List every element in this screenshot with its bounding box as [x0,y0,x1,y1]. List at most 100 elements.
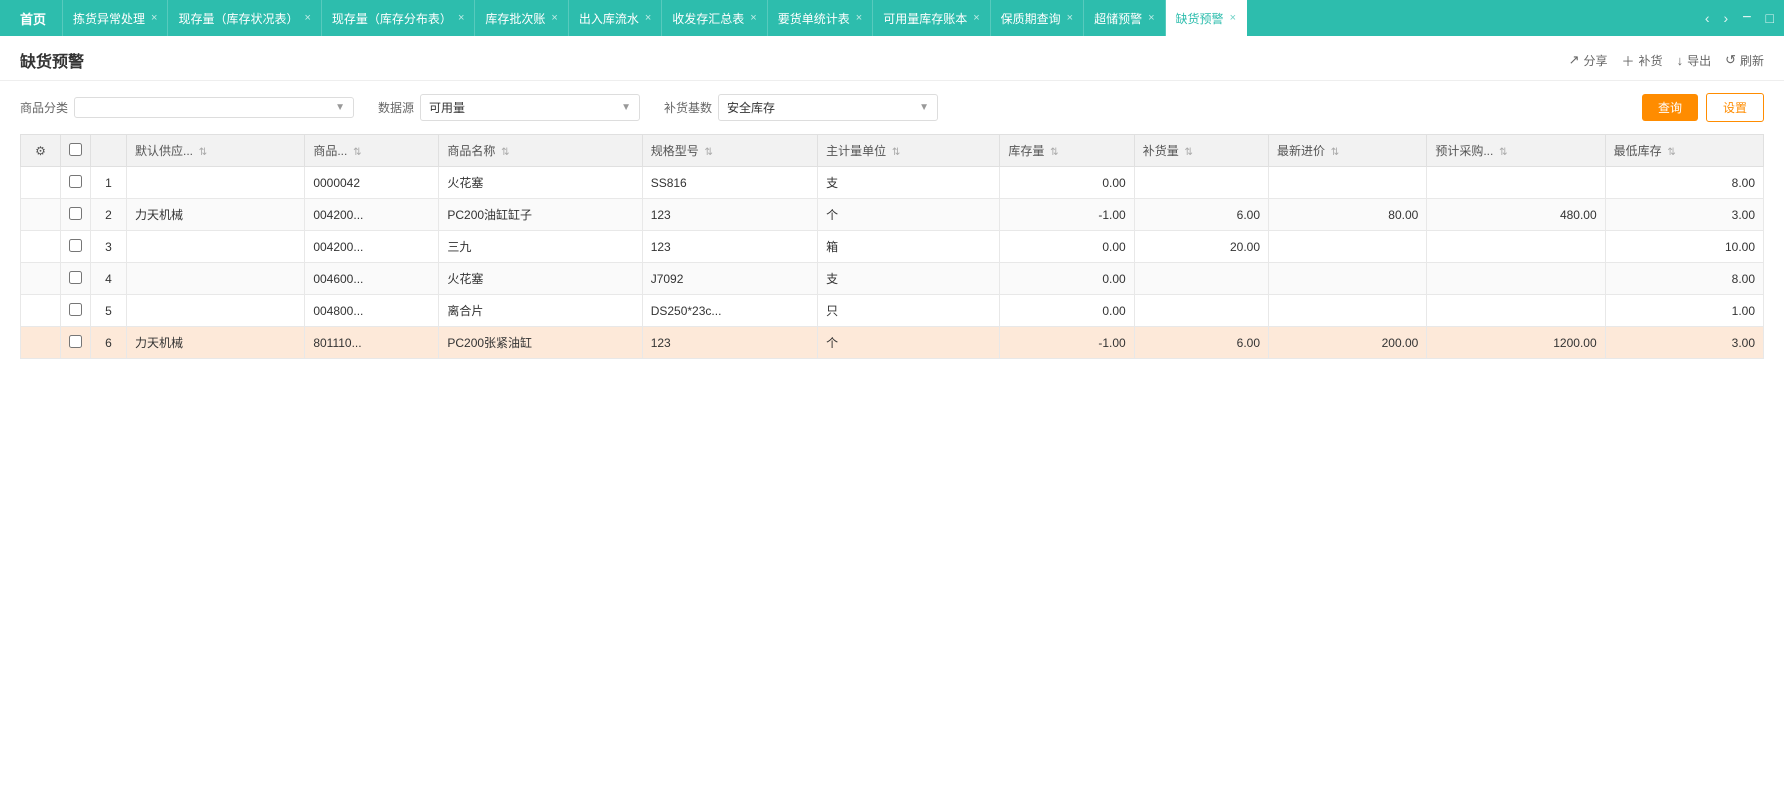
tab-label-receive: 收发存汇总表 [672,10,744,27]
td-latest_price [1269,231,1427,263]
td-spec: J7092 [642,263,817,295]
row-checkbox[interactable] [69,271,82,284]
select-all-checkbox[interactable] [69,143,82,156]
td-min_stock: 8.00 [1605,167,1763,199]
maximize-button[interactable]: □ [1760,8,1780,28]
table-row: 10000042火花塞SS816支0.008.00 [21,167,1764,199]
tab-home[interactable]: 首页 [4,0,63,36]
tab-close-inout[interactable]: × [645,12,651,24]
tab-close-receive[interactable]: × [750,12,756,24]
tab-close-expiry[interactable]: × [1067,12,1073,24]
cell-value-num: 2 [105,208,112,222]
row-checkbox[interactable] [69,175,82,188]
cell-value-code: 004200... [313,208,363,222]
datasource-select[interactable]: 可用量 ▼ [420,94,640,121]
td-spec: 123 [642,327,817,359]
td-checkbox [61,263,91,295]
tab-close-stock-dist[interactable]: × [458,12,464,24]
th-name[interactable]: 商品名称 ⇅ [439,135,642,167]
td-est_purchase [1427,295,1605,327]
cell-value-spec: 123 [651,240,671,254]
tab-next-button[interactable]: › [1718,8,1735,28]
th-min_stock[interactable]: 最低库存 ⇅ [1605,135,1763,167]
td-num: 2 [91,199,127,231]
settings-gear-icon[interactable]: ⚙ [35,144,46,158]
query-button[interactable]: 查询 [1642,94,1698,121]
row-checkbox[interactable] [69,335,82,348]
th-est_purchase[interactable]: 预计采购... ⇅ [1427,135,1605,167]
cell-value-spec: DS250*23c... [651,304,722,318]
tab-label-stock-dist: 现存量（库存分布表） [332,10,452,27]
tab-prev-button[interactable]: ‹ [1699,8,1716,28]
td-min_stock: 3.00 [1605,327,1763,359]
tab-overstock[interactable]: 超储预警× [1084,0,1165,36]
cell-value-min_stock: 8.00 [1732,176,1755,190]
tab-close-overstock[interactable]: × [1148,12,1154,24]
tab-order-stat[interactable]: 要货单统计表× [768,0,873,36]
tab-label-stock-status: 现存量（库存状况表） [178,10,298,27]
tab-stock-status[interactable]: 现存量（库存状况表） × [168,0,321,36]
td-code: 0000042 [305,167,439,199]
settings-button[interactable]: 设置 [1706,93,1764,122]
td-checkbox [61,167,91,199]
cell-value-stock: 0.00 [1102,240,1125,254]
minimize-button[interactable]: − [1736,7,1757,29]
cell-value-name: 三九 [447,240,471,254]
category-select[interactable]: ▼ [74,97,354,118]
share-action[interactable]: ↗ 分享 [1569,52,1608,69]
tab-label-shortage: 缺货预警 [1176,10,1224,27]
replenish-select[interactable]: 安全库存 ▼ [718,94,938,121]
tab-exception[interactable]: 拣货异常处理× [63,0,168,36]
tab-stock-dist[interactable]: 现存量（库存分布表） × [322,0,475,36]
th-replenish[interactable]: 补货量 ⇅ [1134,135,1268,167]
row-checkbox[interactable] [69,303,82,316]
td-num: 6 [91,327,127,359]
tab-label-expiry: 保质期查询 [1001,10,1061,27]
tab-close-available[interactable]: × [973,12,979,24]
tab-available[interactable]: 可用量库存账本 × [873,0,990,36]
tab-close-exception[interactable]: × [151,12,157,24]
cell-value-unit: 支 [826,176,838,190]
cell-value-supplier: 力天机械 [135,208,183,222]
tab-label-inout: 出入库流水 [579,10,639,27]
cell-value-spec: 123 [651,208,671,222]
replenish-select-value: 安全库存 [727,99,913,116]
th-latest_price[interactable]: 最新进价 ⇅ [1269,135,1427,167]
td-replenish: 6.00 [1134,199,1268,231]
row-checkbox[interactable] [69,239,82,252]
tab-expiry[interactable]: 保质期查询 × [991,0,1084,36]
tab-close-stock-status[interactable]: × [304,12,310,24]
th-spec[interactable]: 规格型号 ⇅ [642,135,817,167]
tab-batch[interactable]: 库存批次账× [475,0,568,36]
tab-close-order-stat[interactable]: × [856,12,862,24]
refresh-action[interactable]: ↺ 刷新 [1725,52,1764,69]
tab-receive[interactable]: 收发存汇总表 × [662,0,767,36]
tab-shortage[interactable]: 缺货预警 × [1166,0,1247,36]
tab-label-available: 可用量库存账本 [883,10,967,27]
td-checkbox [61,295,91,327]
th-unit[interactable]: 主计量单位 ⇅ [818,135,1000,167]
tab-close-batch[interactable]: × [551,12,557,24]
cell-value-unit: 只 [826,304,838,318]
td-spec: 123 [642,199,817,231]
export-action[interactable]: ↓ 导出 [1677,52,1712,69]
th-stock[interactable]: 库存量 ⇅ [1000,135,1134,167]
th-code[interactable]: 商品... ⇅ [305,135,439,167]
td-unit: 个 [818,199,1000,231]
td-checkbox [61,199,91,231]
td-unit: 只 [818,295,1000,327]
td-code: 004800... [305,295,439,327]
td-latest_price: 80.00 [1269,199,1427,231]
sort-icon-supplier: ⇅ [196,147,207,158]
cell-value-min_stock: 10.00 [1725,240,1755,254]
filter-row: 商品分类 ▼ 数据源 可用量 ▼ 补货基数 安全库存 ▼ 查询 设置 [0,81,1784,134]
tab-close-shortage[interactable]: × [1230,12,1236,24]
cell-value-stock: -1.00 [1098,336,1125,350]
replenish-icon: ＋ [1622,51,1635,70]
replenish-action[interactable]: ＋ 补货 [1622,51,1663,70]
th-supplier[interactable]: 默认供应... ⇅ [127,135,305,167]
cell-value-min_stock: 3.00 [1732,208,1755,222]
refresh-label: 刷新 [1740,52,1764,69]
row-checkbox[interactable] [69,207,82,220]
tab-inout[interactable]: 出入库流水 × [569,0,662,36]
